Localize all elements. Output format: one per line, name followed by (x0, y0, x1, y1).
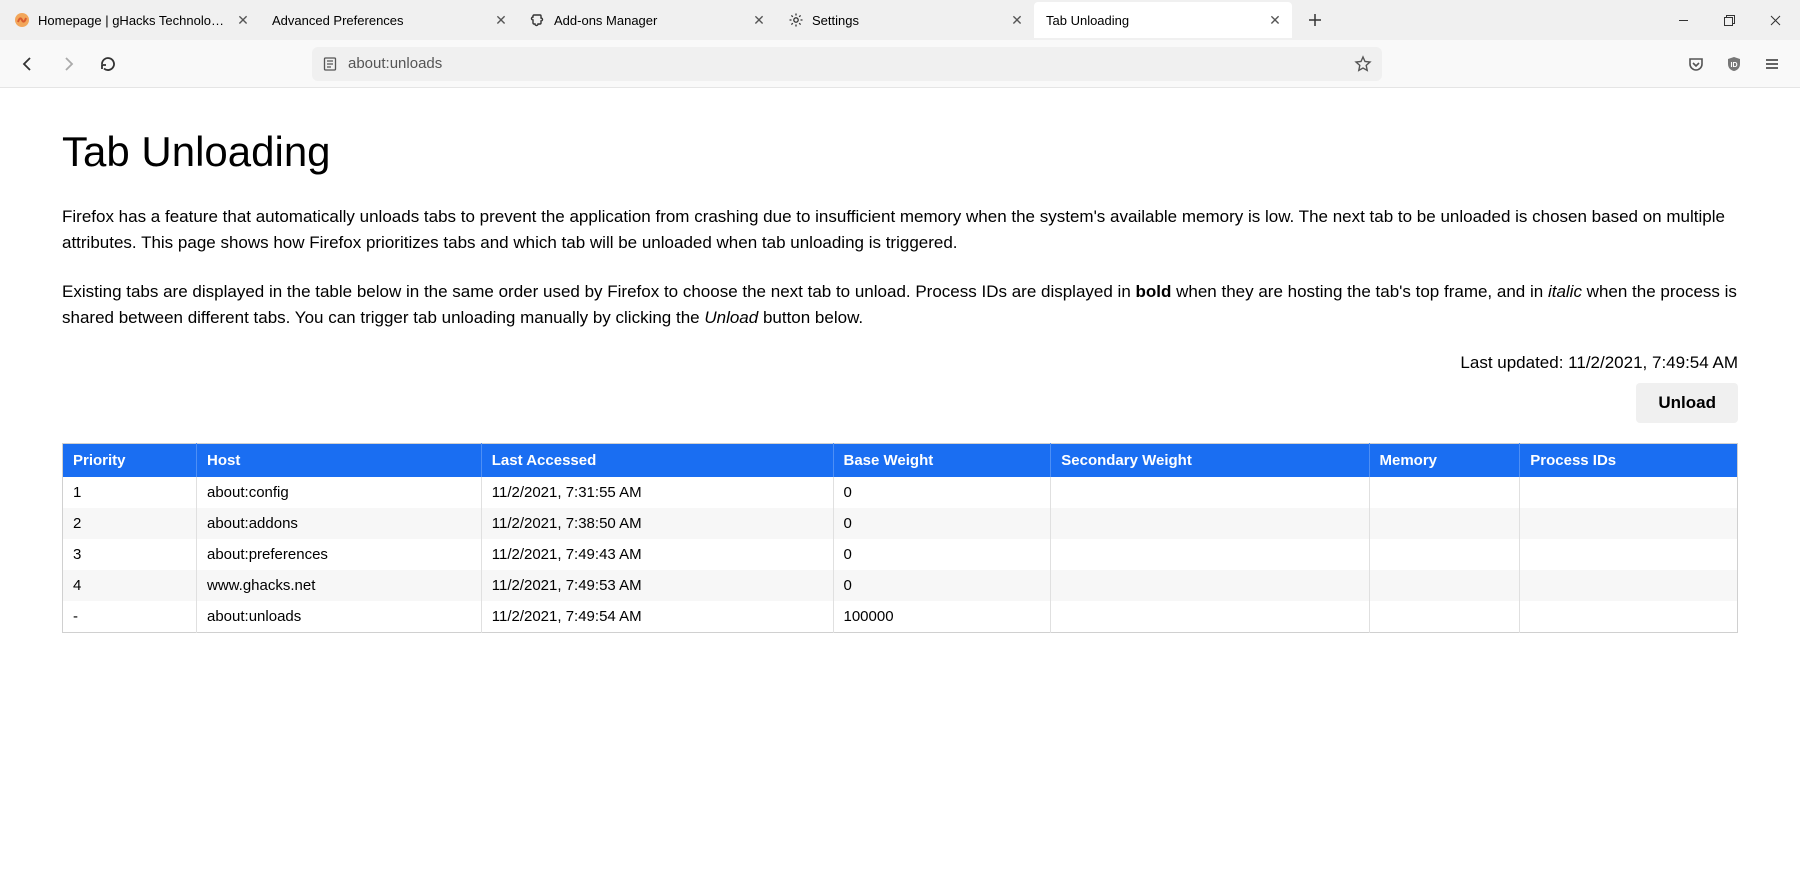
cell-pid (1520, 508, 1738, 539)
window-close-button[interactable] (1752, 0, 1798, 40)
browser-tab-advanced-preferences[interactable]: Advanced Preferences ✕ (260, 2, 518, 38)
intro-paragraph-1: Firefox has a feature that automatically… (62, 204, 1738, 257)
page-content: Tab Unloading Firefox has a feature that… (0, 88, 1800, 673)
cell-bw: 100000 (833, 601, 1051, 633)
cell-last: 11/2/2021, 7:49:54 AM (481, 601, 833, 633)
address-bar[interactable]: about:unloads (312, 47, 1382, 81)
pocket-icon[interactable] (1680, 48, 1712, 80)
tab-title: Tab Unloading (1046, 13, 1258, 28)
browser-tab-addons-manager[interactable]: Add-ons Manager ✕ (518, 2, 776, 38)
cell-bw: 0 (833, 539, 1051, 570)
table-row[interactable]: -about:unloads11/2/2021, 7:49:54 AM10000… (63, 601, 1738, 633)
cell-pid (1520, 539, 1738, 570)
new-tab-button[interactable] (1300, 5, 1330, 35)
tab-title: Settings (812, 13, 1000, 28)
cell-priority: 1 (63, 477, 197, 508)
gear-icon (788, 12, 804, 28)
tabs-table: Priority Host Last Accessed Base Weight … (62, 443, 1738, 633)
close-tab-icon[interactable]: ✕ (1008, 11, 1026, 29)
back-button[interactable] (12, 48, 44, 80)
cell-host: about:preferences (197, 539, 482, 570)
table-header-row: Priority Host Last Accessed Base Weight … (63, 444, 1738, 478)
last-updated: Last updated: 11/2/2021, 7:49:54 AM (62, 353, 1738, 373)
cell-last: 11/2/2021, 7:49:53 AM (481, 570, 833, 601)
cell-priority: 4 (63, 570, 197, 601)
cell-mem (1369, 508, 1520, 539)
cell-host: www.ghacks.net (197, 570, 482, 601)
browser-tab-settings[interactable]: Settings ✕ (776, 2, 1034, 38)
reload-button[interactable] (92, 48, 124, 80)
puzzle-icon (530, 12, 546, 28)
ghacks-favicon-icon (14, 12, 30, 28)
header-base-weight[interactable]: Base Weight (833, 444, 1051, 478)
window-maximize-button[interactable] (1706, 0, 1752, 40)
close-tab-icon[interactable]: ✕ (492, 11, 510, 29)
cell-sw (1051, 539, 1369, 570)
page-heading: Tab Unloading (62, 128, 1738, 176)
browser-tab-tab-unloading[interactable]: Tab Unloading ✕ (1034, 2, 1292, 38)
close-tab-icon[interactable]: ✕ (1266, 11, 1284, 29)
cell-sw (1051, 601, 1369, 633)
cell-sw (1051, 570, 1369, 601)
cell-priority: 3 (63, 539, 197, 570)
close-tab-icon[interactable]: ✕ (750, 11, 768, 29)
header-process-ids[interactable]: Process IDs (1520, 444, 1738, 478)
cell-mem (1369, 570, 1520, 601)
cell-sw (1051, 508, 1369, 539)
table-row[interactable]: 2about:addons11/2/2021, 7:38:50 AM0 (63, 508, 1738, 539)
page-info-icon[interactable] (322, 56, 338, 72)
cell-host: about:config (197, 477, 482, 508)
header-host[interactable]: Host (197, 444, 482, 478)
close-tab-icon[interactable]: ✕ (234, 11, 252, 29)
tab-title: Advanced Preferences (272, 13, 484, 28)
cell-sw (1051, 477, 1369, 508)
cell-last: 11/2/2021, 7:49:43 AM (481, 539, 833, 570)
header-priority[interactable]: Priority (63, 444, 197, 478)
intro-paragraph-2: Existing tabs are displayed in the table… (62, 279, 1738, 332)
window-controls (1660, 0, 1798, 40)
cell-mem (1369, 477, 1520, 508)
cell-mem (1369, 601, 1520, 633)
cell-last: 11/2/2021, 7:31:55 AM (481, 477, 833, 508)
cell-pid (1520, 477, 1738, 508)
last-updated-value: 11/2/2021, 7:49:54 AM (1568, 353, 1738, 372)
header-secondary-weight[interactable]: Secondary Weight (1051, 444, 1369, 478)
cell-last: 11/2/2021, 7:38:50 AM (481, 508, 833, 539)
table-row[interactable]: 3about:preferences11/2/2021, 7:49:43 AM0 (63, 539, 1738, 570)
cell-mem (1369, 539, 1520, 570)
app-menu-button[interactable] (1756, 48, 1788, 80)
cell-pid (1520, 570, 1738, 601)
cell-host: about:unloads (197, 601, 482, 633)
cell-bw: 0 (833, 570, 1051, 601)
cell-priority: 2 (63, 508, 197, 539)
bookmark-star-icon[interactable] (1354, 55, 1372, 73)
ublock-shield-icon[interactable]: ID (1718, 48, 1750, 80)
unload-button[interactable]: Unload (1636, 383, 1738, 423)
cell-pid (1520, 601, 1738, 633)
url-text: about:unloads (348, 55, 1344, 72)
tab-title: Homepage | gHacks Technology News (38, 13, 226, 28)
cell-bw: 0 (833, 508, 1051, 539)
cell-bw: 0 (833, 477, 1051, 508)
cell-host: about:addons (197, 508, 482, 539)
table-row[interactable]: 1about:config11/2/2021, 7:31:55 AM0 (63, 477, 1738, 508)
browser-tab-ghacks[interactable]: Homepage | gHacks Technology News ✕ (2, 2, 260, 38)
forward-button[interactable] (52, 48, 84, 80)
cell-priority: - (63, 601, 197, 633)
header-last-accessed[interactable]: Last Accessed (481, 444, 833, 478)
header-memory[interactable]: Memory (1369, 444, 1520, 478)
table-row[interactable]: 4www.ghacks.net11/2/2021, 7:49:53 AM0 (63, 570, 1738, 601)
browser-toolbar: about:unloads ID (0, 40, 1800, 88)
tab-title: Add-ons Manager (554, 13, 742, 28)
svg-text:ID: ID (1731, 62, 1738, 69)
window-minimize-button[interactable] (1660, 0, 1706, 40)
browser-tab-strip: Homepage | gHacks Technology News ✕ Adva… (0, 0, 1800, 40)
